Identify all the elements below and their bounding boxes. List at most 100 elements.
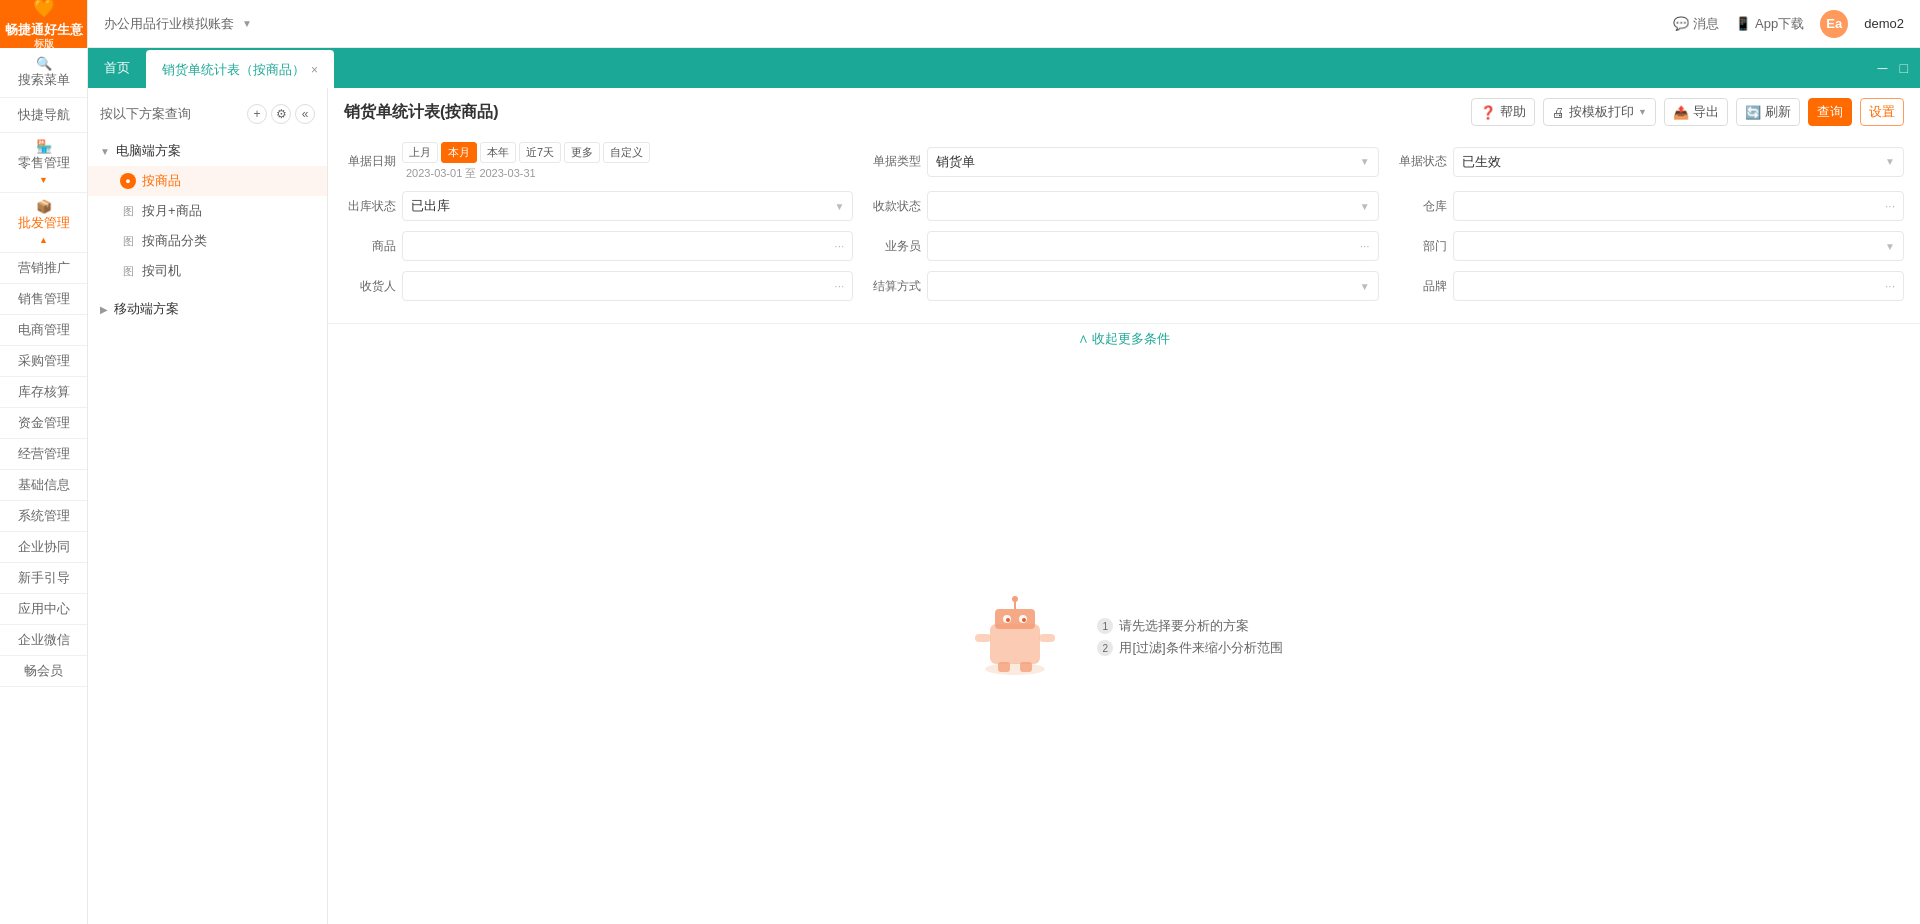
logo-icon: 🧡 <box>33 0 55 20</box>
warehouse-label: 仓库 <box>1395 198 1447 215</box>
payment-control[interactable]: ▼ <box>927 271 1378 301</box>
sidebar-item-ecommerce[interactable]: 电商管理 <box>0 315 87 346</box>
sidebar-item-retail[interactable]: 🏪 零售管理 ▼ <box>0 133 87 193</box>
content-area: 按以下方案查询 + ⚙ « ▼ 电脑端方案 ● 按商品 图 按月+ <box>88 88 1920 924</box>
print-dropdown-icon[interactable]: ▼ <box>1638 107 1647 117</box>
sidebar-ecommerce-label: 电商管理 <box>18 322 70 337</box>
filter-section: 单据日期 上月 本月 本年 近7天 更多 自定义 2023-03-01 至 20… <box>328 130 1920 323</box>
sidebar-item-finance[interactable]: 资金管理 <box>0 408 87 439</box>
sidebar-item-wholesale[interactable]: 📦 批发管理 ▲ <box>0 193 87 253</box>
print-label: 按模板打印 <box>1569 103 1634 121</box>
date-custom-btn[interactable]: 自定义 <box>603 142 650 163</box>
filter-row-2: 出库状态 已出库 ▼ 收款状态 ▼ 仓库 <box>344 191 1904 221</box>
logo-text: 畅捷通好生意 <box>5 22 83 38</box>
scheme-item-month-goods[interactable]: 图 按月+商品 <box>88 196 327 226</box>
brand-label: 品牌 <box>1395 278 1447 295</box>
tip-2-text: 用[过滤]条件来缩小分析范围 <box>1119 639 1282 657</box>
query-label: 查询 <box>1817 103 1843 121</box>
sidebar-item-wechat[interactable]: 企业微信 <box>0 625 87 656</box>
scheme-item-driver[interactable]: 图 按司机 <box>88 256 327 286</box>
scheme-goods-icon: ● <box>120 173 136 189</box>
panel-settings-btn[interactable]: ⚙ <box>271 104 291 124</box>
collapse-bar[interactable]: ∧ 收起更多条件 <box>328 323 1920 354</box>
doc-status-control[interactable]: 已生效 ▼ <box>1453 147 1904 177</box>
tab-controls: ─ □ <box>1874 56 1920 80</box>
sidebar-item-basic[interactable]: 基础信息 <box>0 470 87 501</box>
app-download-action[interactable]: 📱 App下载 <box>1735 15 1804 33</box>
out-status-control[interactable]: 已出库 ▼ <box>402 191 853 221</box>
sidebar-item-guide[interactable]: 新手引导 <box>0 563 87 594</box>
workspace-dropdown-icon[interactable]: ▼ <box>242 18 252 29</box>
date-this-year-btn[interactable]: 本年 <box>480 142 516 163</box>
scheme-mobile-label[interactable]: ▶ 移动端方案 <box>88 294 327 324</box>
scheme-group-desktop: ▼ 电脑端方案 ● 按商品 图 按月+商品 图 按商品分类 图 按司机 <box>88 132 327 290</box>
quick-nav-label: 快捷导航 <box>18 107 70 122</box>
message-action[interactable]: 💬 消息 <box>1673 15 1719 33</box>
settings-btn[interactable]: 设置 <box>1860 98 1904 126</box>
panel-add-btn[interactable]: + <box>247 104 267 124</box>
svg-point-0 <box>985 663 1045 675</box>
svg-rect-9 <box>975 634 991 642</box>
salesman-control[interactable]: ··· <box>927 231 1378 261</box>
scheme-item-category[interactable]: 图 按商品分类 <box>88 226 327 256</box>
date-this-month-btn[interactable]: 本月 <box>441 142 477 163</box>
payment-label: 结算方式 <box>869 278 921 295</box>
sidebar-item-purchase[interactable]: 采购管理 <box>0 346 87 377</box>
consignee-control[interactable]: ··· <box>402 271 853 301</box>
tab-close-icon[interactable]: × <box>311 63 318 77</box>
avatar[interactable]: Ea <box>1820 10 1848 38</box>
sidebar-item-member[interactable]: 畅会员 <box>0 656 87 687</box>
header-left: 办公用品行业模拟账套 ▼ <box>104 15 252 33</box>
panel-collapse-btn[interactable]: « <box>295 104 315 124</box>
brand-control[interactable]: ··· <box>1453 271 1904 301</box>
query-btn[interactable]: 查询 <box>1808 98 1852 126</box>
receipt-status-control[interactable]: ▼ <box>927 191 1378 221</box>
sidebar-item-apps[interactable]: 应用中心 <box>0 594 87 625</box>
scheme-group-mobile: ▶ 移动端方案 <box>88 290 327 328</box>
tab-home[interactable]: 首页 <box>88 48 146 88</box>
sidebar-item-sales[interactable]: 销售管理 <box>0 284 87 315</box>
doc-status-value: 已生效 <box>1462 153 1885 171</box>
sidebar-item-operations[interactable]: 经营管理 <box>0 439 87 470</box>
scheme-item-by-goods[interactable]: ● 按商品 <box>88 166 327 196</box>
payment-dropdown-icon: ▼ <box>1360 281 1370 292</box>
filter-row-3: 商品 ··· 业务员 ··· 部门 <box>344 231 1904 261</box>
receipt-status-dropdown-icon: ▼ <box>1360 201 1370 212</box>
date-last-month-btn[interactable]: 上月 <box>402 142 438 163</box>
refresh-btn[interactable]: 🔄 刷新 <box>1736 98 1800 126</box>
panel-header: 按以下方案查询 + ⚙ « <box>88 96 327 132</box>
date-more-btn[interactable]: 更多 <box>564 142 600 163</box>
goods-control[interactable]: ··· <box>402 231 853 261</box>
logo-area: 🧡 畅捷通好生意 标版 <box>0 0 87 48</box>
sidebar-quick-nav[interactable]: 快捷导航 <box>0 98 87 133</box>
out-status-value: 已出库 <box>411 197 834 215</box>
scheme-desktop-label[interactable]: ▼ 电脑端方案 <box>88 136 327 166</box>
sidebar-item-system[interactable]: 系统管理 <box>0 501 87 532</box>
print-icon: 🖨 <box>1552 105 1565 120</box>
right-panel: 销货单统计表(按商品) ❓ 帮助 🖨 按模板打印 ▼ 📤 导出 <box>328 88 1920 924</box>
export-btn[interactable]: 📤 导出 <box>1664 98 1728 126</box>
sidebar-item-inventory[interactable]: 库存核算 <box>0 377 87 408</box>
payment-field: 结算方式 ▼ <box>869 271 1378 301</box>
help-btn[interactable]: ❓ 帮助 <box>1471 98 1535 126</box>
empty-tip-2: 2 用[过滤]条件来缩小分析范围 <box>1097 639 1282 657</box>
sidebar-search[interactable]: 🔍 搜索菜单 <box>0 48 87 98</box>
print-btn[interactable]: 🖨 按模板打印 ▼ <box>1543 98 1656 126</box>
doc-type-control[interactable]: 销货单 ▼ <box>927 147 1378 177</box>
warehouse-control[interactable]: ··· <box>1453 191 1904 221</box>
tab-maximize-icon[interactable]: □ <box>1896 56 1912 80</box>
expand-desktop-icon: ▼ <box>100 146 110 157</box>
consignee-more-icon: ··· <box>834 279 844 293</box>
sidebar: 🧡 畅捷通好生意 标版 🔍 搜索菜单 快捷导航 🏪 零售管理 ▼ 📦 批发管理 … <box>0 0 88 924</box>
sidebar-item-enterprise[interactable]: 企业协同 <box>0 532 87 563</box>
sidebar-item-marketing[interactable]: 营销推广 <box>0 253 87 284</box>
scheme-month-goods-icon: 图 <box>120 203 136 219</box>
date-last7-btn[interactable]: 近7天 <box>519 142 561 163</box>
filter-row-4: 收货人 ··· 结算方式 ▼ 品牌 <box>344 271 1904 301</box>
tab-minimize-icon[interactable]: ─ <box>1874 56 1892 80</box>
scheme-driver-icon: 图 <box>120 263 136 279</box>
dept-control[interactable]: ▼ <box>1453 231 1904 261</box>
message-label: 消息 <box>1693 15 1719 33</box>
warehouse-more-icon: ··· <box>1885 199 1895 213</box>
tab-sales-stat[interactable]: 销货单统计表（按商品） × <box>146 50 334 90</box>
